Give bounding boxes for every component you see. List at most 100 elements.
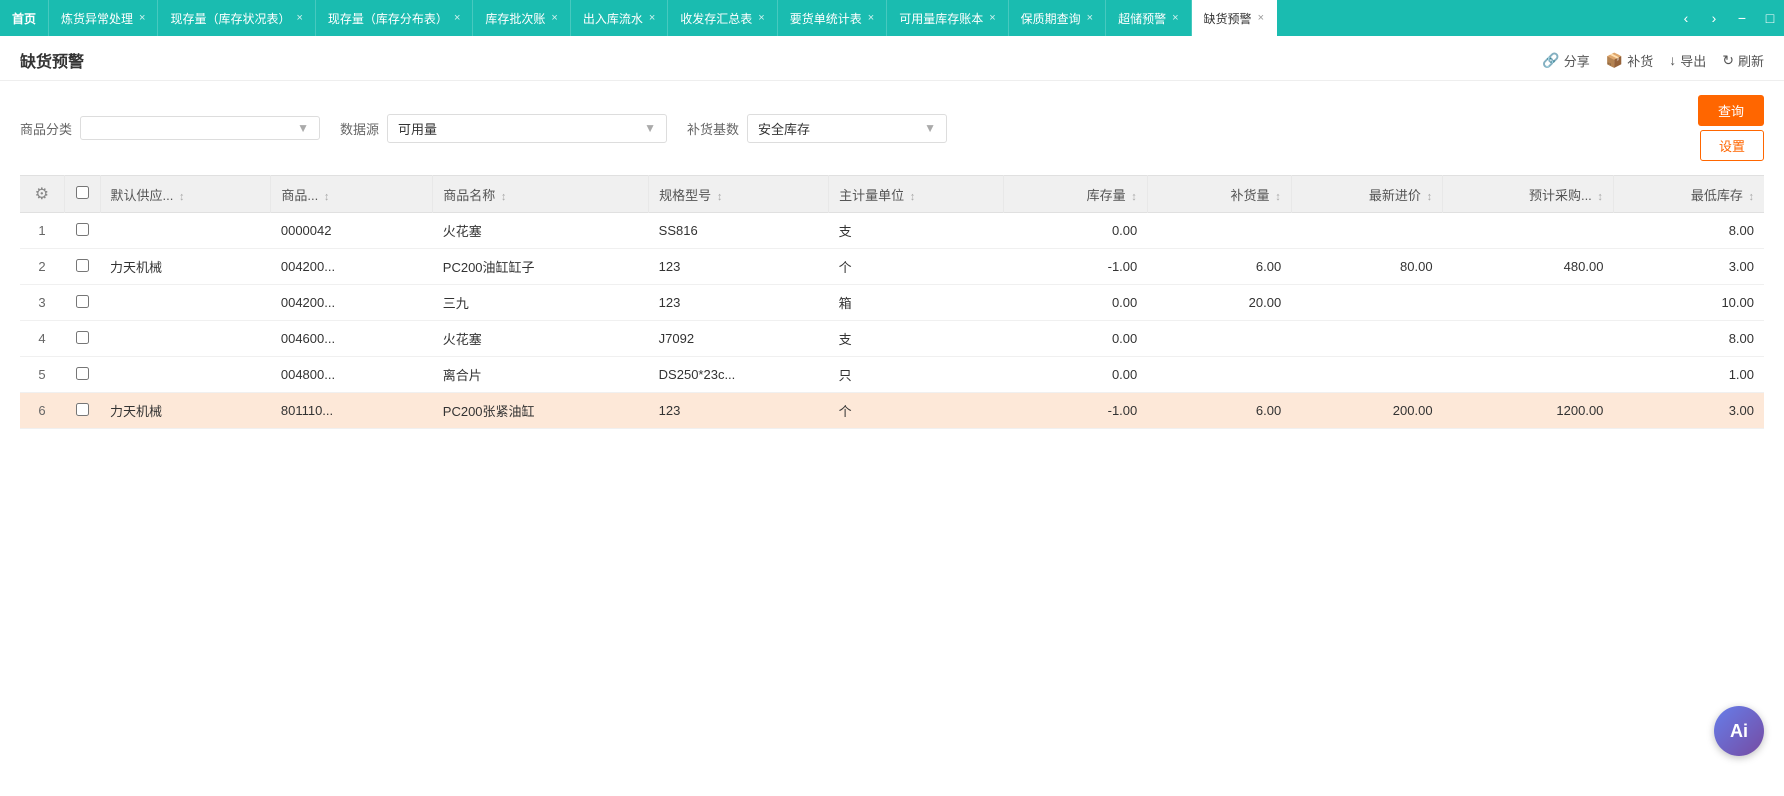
- row-check-1[interactable]: [64, 249, 100, 285]
- header-spec-label: 规格型号: [659, 188, 711, 203]
- tab-abnormal[interactable]: 炼货异常处理×: [49, 0, 158, 36]
- table-header-min-stock[interactable]: 最低库存 ↕: [1613, 176, 1764, 213]
- row-stock-0: 0.00: [1003, 213, 1147, 249]
- table-header-replenish[interactable]: 补货量 ↕: [1147, 176, 1291, 213]
- category-filter-label: 商品分类: [20, 119, 72, 138]
- tab-expiry[interactable]: 保质期查询×: [1009, 0, 1106, 36]
- row-checkbox-4[interactable]: [76, 367, 89, 380]
- row-product-code-1: 004200...: [271, 249, 433, 285]
- product-code-sort-icon: ↕: [324, 191, 330, 203]
- table-header-product-name[interactable]: 商品名称 ↕: [433, 176, 649, 213]
- table-header-supplier[interactable]: 默认供应... ↕: [100, 176, 271, 213]
- unit-sort-icon: ↕: [910, 191, 916, 203]
- row-estimated-4: [1443, 357, 1614, 393]
- tab-batch[interactable]: 库存批次账×: [473, 0, 570, 36]
- table-header-spec[interactable]: 规格型号 ↕: [649, 176, 829, 213]
- row-supplier-1: 力天机械: [100, 249, 271, 285]
- row-check-3[interactable]: [64, 321, 100, 357]
- row-checkbox-5[interactable]: [76, 403, 89, 416]
- tab-prev-button[interactable]: ‹: [1672, 0, 1700, 36]
- row-estimated-3: [1443, 321, 1614, 357]
- tab-stock1[interactable]: 现存量（库存状况表）×: [158, 0, 315, 36]
- row-checkbox-0[interactable]: [76, 223, 89, 236]
- ai-assistant-button[interactable]: Ai: [1714, 706, 1764, 756]
- row-spec-5: 123: [649, 393, 829, 429]
- row-check-4[interactable]: [64, 357, 100, 393]
- row-stock-4: 0.00: [1003, 357, 1147, 393]
- row-replenish-0: [1147, 213, 1291, 249]
- export-label: 导出: [1680, 51, 1706, 70]
- tab-close-order[interactable]: ×: [868, 12, 874, 24]
- row-check-2[interactable]: [64, 285, 100, 321]
- tab-overstock[interactable]: 超储预警×: [1106, 0, 1191, 36]
- replenish-label: 补货: [1627, 51, 1653, 70]
- tab-close-shortage[interactable]: ×: [1258, 12, 1264, 24]
- tab-stock2[interactable]: 现存量（库存分布表）×: [316, 0, 473, 36]
- table-row: 4 004600... 火花塞 J7092 支 0.00 8.00: [20, 321, 1764, 357]
- tab-close-stock2[interactable]: ×: [454, 12, 460, 24]
- refresh-action[interactable]: ↻ 刷新: [1722, 51, 1764, 70]
- base-select-value: 安全库存: [758, 119, 924, 138]
- row-product-name-0: 火花塞: [433, 213, 649, 249]
- row-checkbox-1[interactable]: [76, 259, 89, 272]
- row-num-4: 5: [20, 357, 64, 393]
- table-header-unit[interactable]: 主计量单位 ↕: [829, 176, 1004, 213]
- tab-minimize-button[interactable]: −: [1728, 0, 1756, 36]
- table-row: 1 0000042 火花塞 SS816 支 0.00 8.00: [20, 213, 1764, 249]
- tab-close-available[interactable]: ×: [989, 12, 995, 24]
- row-checkbox-2[interactable]: [76, 295, 89, 308]
- tab-home[interactable]: 首页: [0, 0, 49, 36]
- page-header: 缺货预警 🔗 分享 📦 补货 ↓ 导出 ↻ 刷新: [0, 36, 1784, 81]
- tab-close-batch[interactable]: ×: [551, 12, 557, 24]
- tab-close-overstock[interactable]: ×: [1172, 12, 1178, 24]
- table-header-price[interactable]: 最新进价 ↕: [1291, 176, 1442, 213]
- query-button[interactable]: 查询: [1698, 95, 1764, 126]
- tab-maximize-button[interactable]: □: [1756, 0, 1784, 36]
- export-action[interactable]: ↓ 导出: [1669, 51, 1706, 70]
- row-num-5: 6: [20, 393, 64, 429]
- row-supplier-2: [100, 285, 271, 321]
- row-checkbox-3[interactable]: [76, 331, 89, 344]
- tab-next-button[interactable]: ›: [1700, 0, 1728, 36]
- datasource-select-value: 可用量: [398, 119, 644, 138]
- tab-available[interactable]: 可用量库存账本×: [887, 0, 1008, 36]
- table-header-stock[interactable]: 库存量 ↕: [1003, 176, 1147, 213]
- row-unit-4: 只: [829, 357, 1004, 393]
- base-select[interactable]: 安全库存 ▼: [747, 114, 947, 143]
- row-spec-1: 123: [649, 249, 829, 285]
- tab-home-label: 首页: [12, 10, 36, 27]
- gear-icon[interactable]: ⚙: [35, 186, 49, 203]
- tab-order[interactable]: 要货单统计表×: [778, 0, 887, 36]
- data-table: ⚙ 默认供应... ↕ 商品... ↕ 商品名称 ↕: [20, 175, 1764, 429]
- tab-flow[interactable]: 出入库流水×: [571, 0, 668, 36]
- tab-close-flow[interactable]: ×: [649, 12, 655, 24]
- row-product-name-2: 三九: [433, 285, 649, 321]
- tab-shortage[interactable]: 缺货预警×: [1192, 0, 1277, 36]
- page-title: 缺货预警: [20, 48, 84, 72]
- tab-summary[interactable]: 收发存汇总表×: [668, 0, 777, 36]
- share-action[interactable]: 🔗 分享: [1542, 51, 1589, 70]
- tab-close-expiry[interactable]: ×: [1087, 12, 1093, 24]
- select-all-checkbox[interactable]: [76, 186, 89, 199]
- row-stock-2: 0.00: [1003, 285, 1147, 321]
- row-check-5[interactable]: [64, 393, 100, 429]
- row-stock-3: 0.00: [1003, 321, 1147, 357]
- table-row: 2 力天机械 004200... PC200油缸缸子 123 个 -1.00 6…: [20, 249, 1764, 285]
- datasource-select[interactable]: 可用量 ▼: [387, 114, 667, 143]
- table-header-estimated[interactable]: 预计采购... ↕: [1443, 176, 1614, 213]
- replenish-action[interactable]: 📦 补货: [1606, 51, 1653, 70]
- header-actions: 🔗 分享 📦 补货 ↓ 导出 ↻ 刷新: [1542, 51, 1764, 70]
- table-header-product-code[interactable]: 商品... ↕: [271, 176, 433, 213]
- table-row: 5 004800... 离合片 DS250*23c... 只 0.00 1.00: [20, 357, 1764, 393]
- table-header-check: [64, 176, 100, 213]
- category-select[interactable]: ▼: [80, 116, 320, 140]
- header-estimated-label: 预计采购...: [1529, 188, 1592, 203]
- tab-close-abnormal[interactable]: ×: [139, 12, 145, 24]
- tab-close-stock1[interactable]: ×: [296, 12, 302, 24]
- product-name-sort-icon: ↕: [501, 191, 507, 203]
- row-num-2: 3: [20, 285, 64, 321]
- tab-close-summary[interactable]: ×: [758, 12, 764, 24]
- settings-button[interactable]: 设置: [1700, 130, 1764, 161]
- row-stock-5: -1.00: [1003, 393, 1147, 429]
- row-check-0[interactable]: [64, 213, 100, 249]
